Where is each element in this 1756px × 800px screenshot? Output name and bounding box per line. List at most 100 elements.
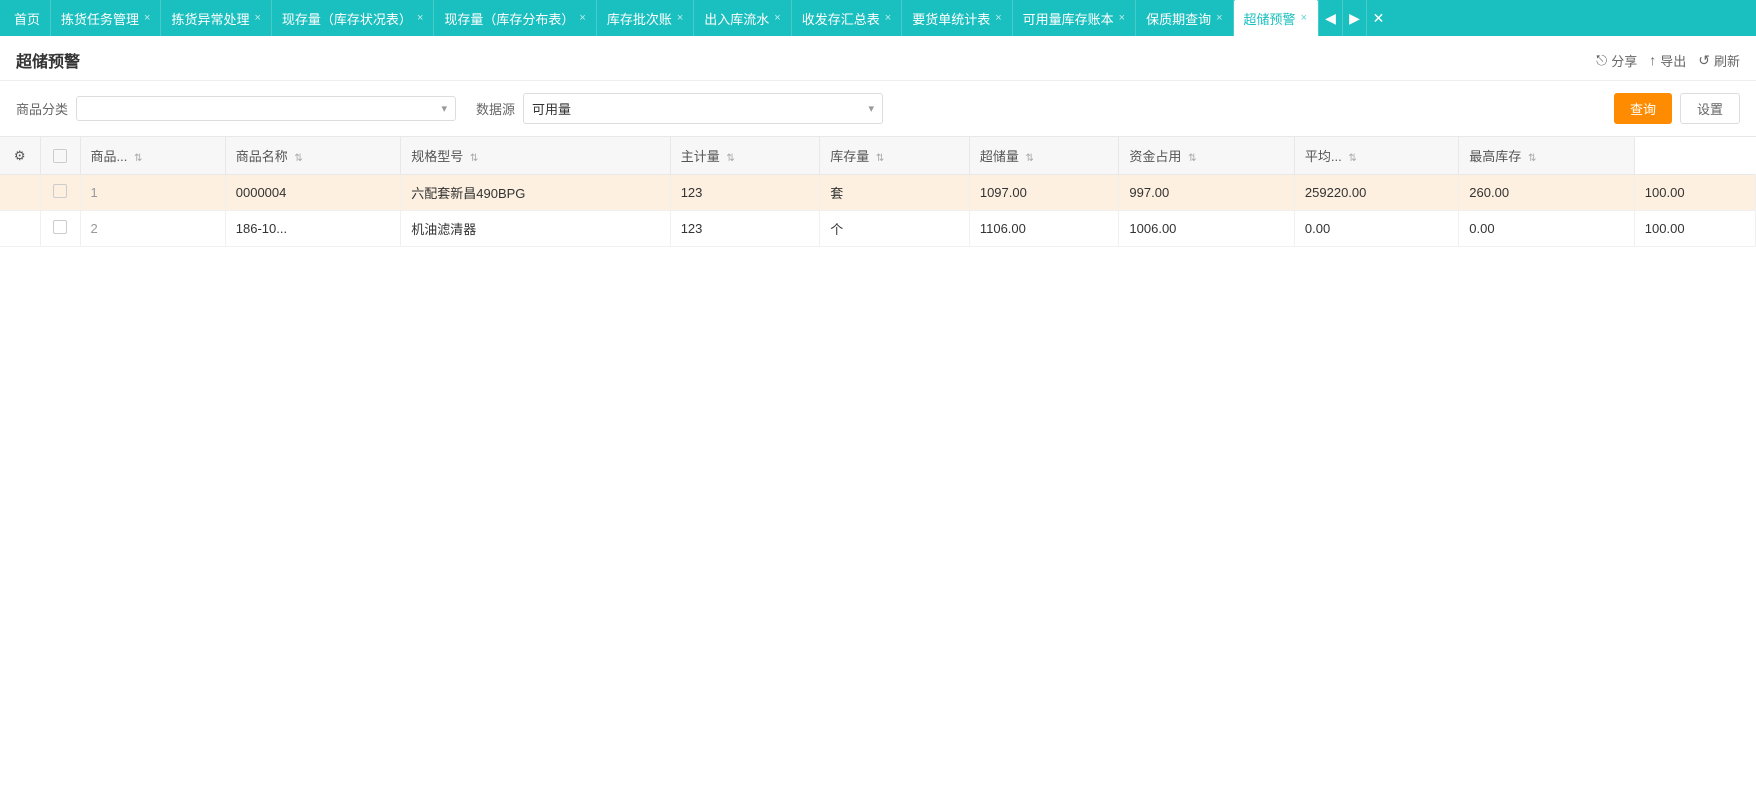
row-unit: 套 xyxy=(820,175,970,211)
nav-item-abnormal[interactable]: 拣货异常处理 × xyxy=(161,0,271,36)
nav-label-stock-dist: 现存量（库存分布表） xyxy=(444,9,574,28)
nav-item-quality-check[interactable]: 保质期查询 × xyxy=(1136,0,1233,36)
nav-item-batch[interactable]: 库存批次账 × xyxy=(597,0,694,36)
nav-item-stock-dist[interactable]: 现存量（库存分布表） × xyxy=(434,0,596,36)
close-overstock-warning[interactable]: × xyxy=(1301,12,1307,24)
nav-item-home[interactable]: 首页 xyxy=(4,0,51,36)
nav-label-task-mgmt: 拣货任务管理 xyxy=(61,9,139,28)
col-unit[interactable]: 主计量 ⇅ xyxy=(670,137,820,175)
filter-bar: 商品分类 ▾ 数据源 可用量 ▾ 查询 设置 xyxy=(0,81,1756,136)
close-quality-check[interactable]: × xyxy=(1216,12,1222,24)
row-unit: 个 xyxy=(820,211,970,247)
header-actions: ⎋ 分享 ↑ 导出 ↺ 刷新 xyxy=(1596,51,1740,70)
nav-item-task-mgmt[interactable]: 拣货任务管理 × xyxy=(51,0,161,36)
nav-label-available-ledger: 可用量库存账本 xyxy=(1023,9,1114,28)
close-collect-summary[interactable]: × xyxy=(885,12,891,24)
col-overstock[interactable]: 超储量 ⇅ xyxy=(969,137,1119,175)
filter-category-select[interactable]: ▾ xyxy=(76,96,456,121)
row-product-name: 机油滤清器 xyxy=(401,211,670,247)
sort-max-stock-icon: ⇅ xyxy=(1528,153,1536,164)
page-title: 超储预警 xyxy=(16,48,80,72)
sort-product-code-icon: ⇅ xyxy=(134,153,142,164)
filter-category-label: 商品分类 xyxy=(16,99,68,118)
setting-button[interactable]: 设置 xyxy=(1680,93,1740,124)
filter-datasource-value: 可用量 xyxy=(532,99,571,118)
export-button[interactable]: ↑ 导出 xyxy=(1649,51,1686,70)
nav-next-arrow[interactable]: ▶ xyxy=(1342,0,1366,36)
refresh-label: 刷新 xyxy=(1714,51,1740,70)
gear-icon: ⚙ xyxy=(14,148,26,164)
row-avg: 260.00 xyxy=(1459,175,1635,211)
share-button[interactable]: ⎋ 分享 xyxy=(1596,51,1637,70)
table-row: 2 186-10... 机油滤清器 123 个 1106.00 1006.00 … xyxy=(0,211,1756,247)
close-stock-status[interactable]: × xyxy=(417,12,423,24)
query-button[interactable]: 查询 xyxy=(1614,93,1672,124)
nav-item-collect-summary[interactable]: 收发存汇总表 × xyxy=(792,0,902,36)
overstock-table: ⚙ 商品... ⇅ 商品名称 ⇅ xyxy=(0,136,1756,247)
close-inout-flow[interactable]: × xyxy=(774,12,780,24)
row-spec: 123 xyxy=(670,175,820,211)
row-spec: 123 xyxy=(670,211,820,247)
action-buttons: 查询 设置 xyxy=(1614,93,1740,124)
row-product-name: 六配套新昌490BPG xyxy=(401,175,670,211)
close-available-ledger[interactable]: × xyxy=(1119,12,1125,24)
sort-overstock-icon: ⇅ xyxy=(1025,153,1033,164)
nav-close-all-arrow[interactable]: ✕ xyxy=(1366,0,1390,36)
col-max-stock[interactable]: 最高库存 ⇅ xyxy=(1459,137,1635,175)
nav-item-order-stats[interactable]: 要货单统计表 × xyxy=(902,0,1012,36)
nav-item-inout-flow[interactable]: 出入库流水 × xyxy=(694,0,791,36)
row-gear-cell xyxy=(0,175,40,211)
row-checkbox[interactable] xyxy=(53,220,67,234)
nav-label-quality-check: 保质期查询 xyxy=(1146,9,1211,28)
row-checkbox[interactable] xyxy=(53,184,67,198)
nav-item-stock-status[interactable]: 现存量（库存状况表） × xyxy=(272,0,434,36)
table-header-row: ⚙ 商品... ⇅ 商品名称 ⇅ xyxy=(0,137,1756,175)
col-product-name-label: 商品名称 xyxy=(236,149,288,164)
nav-item-overstock-warning[interactable]: 超储预警 × xyxy=(1234,0,1318,36)
col-capital-label: 资金占用 xyxy=(1129,149,1181,164)
top-nav: 首页 拣货任务管理 × 拣货异常处理 × 现存量（库存状况表） × 现存量（库存… xyxy=(0,0,1756,36)
col-avg-label: 平均... xyxy=(1305,149,1342,164)
row-no: 1 xyxy=(80,175,225,211)
row-avg: 0.00 xyxy=(1459,211,1635,247)
table-row: 1 0000004 六配套新昌490BPG 123 套 1097.00 997.… xyxy=(0,175,1756,211)
row-overstock: 997.00 xyxy=(1119,175,1295,211)
refresh-icon: ↺ xyxy=(1698,52,1710,69)
nav-label-stock-status: 现存量（库存状况表） xyxy=(282,9,412,28)
col-overstock-label: 超储量 xyxy=(980,149,1019,164)
row-capital: 0.00 xyxy=(1294,211,1458,247)
nav-label-abnormal: 拣货异常处理 xyxy=(171,9,249,28)
col-max-stock-label: 最高库存 xyxy=(1469,149,1521,164)
sort-stock-icon: ⇅ xyxy=(876,153,884,164)
close-stock-dist[interactable]: × xyxy=(579,12,585,24)
col-spec[interactable]: 规格型号 ⇅ xyxy=(401,137,670,175)
row-stock: 1106.00 xyxy=(969,211,1119,247)
col-stock[interactable]: 库存量 ⇅ xyxy=(820,137,970,175)
share-label: 分享 xyxy=(1611,51,1637,70)
col-product-name[interactable]: 商品名称 ⇅ xyxy=(225,137,401,175)
nav-label-overstock-warning: 超储预警 xyxy=(1244,9,1296,28)
close-batch[interactable]: × xyxy=(677,12,683,24)
select-all-checkbox[interactable] xyxy=(53,149,67,163)
sort-spec-icon: ⇅ xyxy=(470,153,478,164)
filter-datasource-select[interactable]: 可用量 ▾ xyxy=(523,93,883,124)
col-avg[interactable]: 平均... ⇅ xyxy=(1294,137,1458,175)
col-capital[interactable]: 资金占用 ⇅ xyxy=(1119,137,1295,175)
refresh-button[interactable]: ↺ 刷新 xyxy=(1698,51,1740,70)
close-abnormal[interactable]: × xyxy=(254,12,260,24)
col-gear[interactable]: ⚙ xyxy=(0,137,40,175)
col-checkbox[interactable] xyxy=(40,137,80,175)
row-checkbox-cell[interactable] xyxy=(40,175,80,211)
row-stock: 1097.00 xyxy=(969,175,1119,211)
nav-prev-arrow[interactable]: ◀ xyxy=(1318,0,1342,36)
col-spec-label: 规格型号 xyxy=(411,149,463,164)
nav-item-available-ledger[interactable]: 可用量库存账本 × xyxy=(1013,0,1136,36)
row-product-code: 186-10... xyxy=(225,211,401,247)
table-container: ⚙ 商品... ⇅ 商品名称 ⇅ xyxy=(0,136,1756,247)
row-checkbox-cell[interactable] xyxy=(40,211,80,247)
close-task-mgmt[interactable]: × xyxy=(144,12,150,24)
nav-label-inout-flow: 出入库流水 xyxy=(704,9,769,28)
page-content: 超储预警 ⎋ 分享 ↑ 导出 ↺ 刷新 商品分类 ▾ 数据源 xyxy=(0,36,1756,800)
close-order-stats[interactable]: × xyxy=(995,12,1001,24)
col-product-code[interactable]: 商品... ⇅ xyxy=(80,137,225,175)
